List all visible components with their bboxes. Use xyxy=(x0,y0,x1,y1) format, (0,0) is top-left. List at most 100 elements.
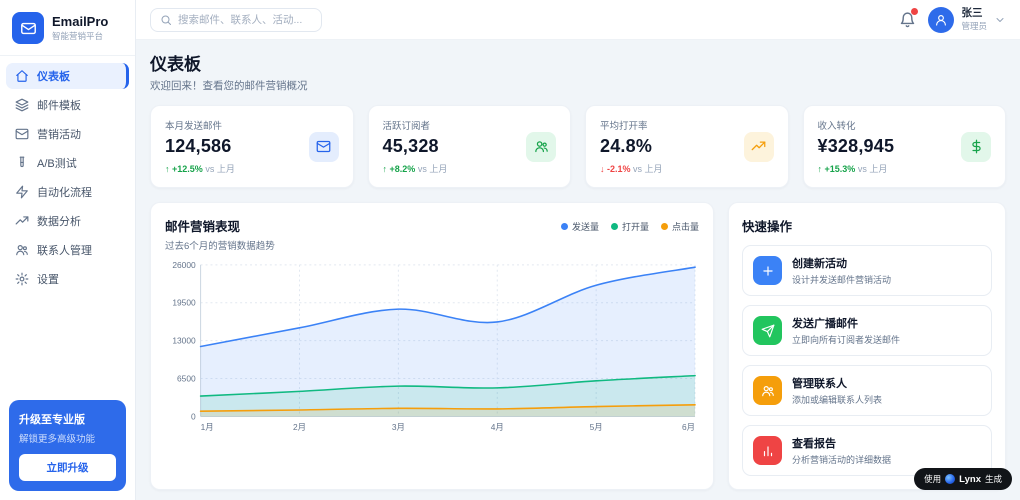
mail-icon xyxy=(15,127,29,141)
svg-text:4月: 4月 xyxy=(491,422,504,432)
brand-tagline: 智能营销平台 xyxy=(52,30,108,42)
legend-label: 点击量 xyxy=(672,220,699,233)
legend-dot xyxy=(611,223,618,230)
sidebar-item-analytics[interactable]: 数据分析 xyxy=(6,208,129,234)
sidebar-nav: 仪表板 邮件模板 营销活动 A/B测试 自动化流程 数据分析 xyxy=(0,56,135,295)
sidebar-item-ab-testing[interactable]: A/B测试 xyxy=(6,150,129,176)
stats-row: 本月发送邮件 124,586 ↑ +12.5% vs 上月 活跃订阅者 45,3… xyxy=(150,105,1006,188)
stat-label: 平均打开率 xyxy=(600,118,663,132)
upgrade-title: 升级至专业版 xyxy=(19,411,116,427)
page-subtitle: 欢迎回来！查看您的邮件营销概况 xyxy=(150,78,1006,93)
notification-dot xyxy=(911,8,918,15)
sidebar-item-label: 数据分析 xyxy=(37,213,81,229)
stat-compare: vs 上月 xyxy=(205,164,235,174)
quick-actions-list: 创建新活动 设计并发送邮件营销活动 发送广播邮件 立即向所有订阅者发送邮件 xyxy=(742,245,992,476)
avatar xyxy=(928,7,954,33)
legend-label: 发送量 xyxy=(572,220,599,233)
sidebar-item-label: 自动化流程 xyxy=(37,184,92,200)
quick-action-texts: 发送广播邮件 立即向所有订阅者发送邮件 xyxy=(792,315,900,346)
quick-action-desc: 分析营销活动的详细数据 xyxy=(792,453,891,466)
user-role: 管理员 xyxy=(961,20,987,32)
svg-text:3月: 3月 xyxy=(392,422,405,432)
sidebar-item-email-templates[interactable]: 邮件模板 xyxy=(6,92,129,118)
sidebar-spacer xyxy=(0,295,135,391)
plus-icon xyxy=(753,256,782,285)
upgrade-subtitle: 解锁更多高级功能 xyxy=(19,431,116,445)
chevron-down-icon xyxy=(994,14,1006,26)
test-tube-icon xyxy=(15,156,29,170)
notifications-button[interactable] xyxy=(899,11,916,28)
quick-action-title: 创建新活动 xyxy=(792,255,891,271)
gear-icon xyxy=(15,272,29,286)
lynx-logo-icon xyxy=(945,474,955,484)
quick-action-send-broadcast[interactable]: 发送广播邮件 立即向所有订阅者发送邮件 xyxy=(742,305,992,356)
stat-delta-value: +15.3% xyxy=(825,164,856,174)
sidebar-item-automation[interactable]: 自动化流程 xyxy=(6,179,129,205)
sidebar-item-label: 仪表板 xyxy=(37,68,70,84)
quick-action-title: 查看报告 xyxy=(792,435,891,451)
chart-subtitle: 过去6个月的营销数据趋势 xyxy=(165,238,275,252)
legend-label: 打开量 xyxy=(622,220,649,233)
stat-texts: 活跃订阅者 45,328 ↑ +8.2% vs 上月 xyxy=(383,118,448,175)
quick-actions-title: 快速操作 xyxy=(742,216,992,235)
topbar-right: 张三 管理员 xyxy=(899,7,1006,33)
quick-action-manage-contacts[interactable]: 管理联系人 添加或编辑联系人列表 xyxy=(742,365,992,416)
performance-chart-card: 邮件营销表现 过去6个月的营销数据趋势 发送量 打开量 点击量 06500130… xyxy=(150,202,714,490)
chart-header: 邮件营销表现 过去6个月的营销数据趋势 发送量 打开量 点击量 xyxy=(165,216,699,252)
performance-area-chart: 065001300019500260001月2月3月4月5月6月 xyxy=(165,258,699,436)
zap-icon xyxy=(15,185,29,199)
quick-actions-panel: 快速操作 创建新活动 设计并发送邮件营销活动 发送广播 xyxy=(728,202,1006,490)
quick-action-desc: 添加或编辑联系人列表 xyxy=(792,393,882,406)
upgrade-button[interactable]: 立即升级 xyxy=(19,454,116,481)
arrow-up-icon: ↑ xyxy=(818,164,823,174)
middle-row: 邮件营销表现 过去6个月的营销数据趋势 发送量 打开量 点击量 06500130… xyxy=(150,202,1006,490)
users-icon xyxy=(753,376,782,405)
chart-legend: 发送量 打开量 点击量 xyxy=(561,220,699,233)
app-window: EmailPro 智能营销平台 仪表板 邮件模板 营销活动 A/B测试 xyxy=(0,0,1020,500)
quick-action-texts: 管理联系人 添加或编辑联系人列表 xyxy=(792,375,882,406)
search-box[interactable] xyxy=(150,8,322,32)
stat-texts: 收入转化 ¥328,945 ↑ +15.3% vs 上月 xyxy=(818,118,895,175)
stat-card-active-subscribers: 活跃订阅者 45,328 ↑ +8.2% vs 上月 xyxy=(368,105,572,188)
stat-card-revenue: 收入转化 ¥328,945 ↑ +15.3% vs 上月 xyxy=(803,105,1007,188)
sidebar-item-contacts[interactable]: 联系人管理 xyxy=(6,237,129,263)
home-icon xyxy=(15,69,29,83)
sidebar-item-settings[interactable]: 设置 xyxy=(6,266,129,292)
users-icon xyxy=(15,243,29,257)
svg-text:13000: 13000 xyxy=(172,336,196,346)
legend-dot xyxy=(561,223,568,230)
dollar-icon xyxy=(961,132,991,162)
quick-action-create-campaign[interactable]: 创建新活动 设计并发送邮件营销活动 xyxy=(742,245,992,296)
sidebar-item-dashboard[interactable]: 仪表板 xyxy=(6,63,129,89)
main-content: 仪表板 欢迎回来！查看您的邮件营销概况 本月发送邮件 124,586 ↑ +12… xyxy=(136,40,1020,500)
stat-delta-value: +8.2% xyxy=(390,164,416,174)
sidebar: EmailPro 智能营销平台 仪表板 邮件模板 营销活动 A/B测试 xyxy=(0,0,136,500)
stat-texts: 本月发送邮件 124,586 ↑ +12.5% vs 上月 xyxy=(165,118,235,175)
chart-titles: 邮件营销表现 过去6个月的营销数据趋势 xyxy=(165,216,275,252)
legend-item-clicked: 点击量 xyxy=(661,220,699,233)
legend-item-sent: 发送量 xyxy=(561,220,599,233)
mail-icon xyxy=(309,132,339,162)
search-icon xyxy=(160,14,172,26)
stat-delta: ↓ -2.1% vs 上月 xyxy=(600,162,663,175)
send-icon xyxy=(753,316,782,345)
stat-compare: vs 上月 xyxy=(858,164,888,174)
quick-action-title: 发送广播邮件 xyxy=(792,315,900,331)
sidebar-item-campaigns[interactable]: 营销活动 xyxy=(6,121,129,147)
search-input[interactable] xyxy=(178,14,312,26)
quick-action-title: 管理联系人 xyxy=(792,375,882,391)
stat-card-emails-sent: 本月发送邮件 124,586 ↑ +12.5% vs 上月 xyxy=(150,105,354,188)
stat-delta: ↑ +15.3% vs 上月 xyxy=(818,162,895,175)
quick-action-desc: 设计并发送邮件营销活动 xyxy=(792,273,891,286)
quick-action-texts: 创建新活动 设计并发送邮件营销活动 xyxy=(792,255,891,286)
stat-delta: ↑ +8.2% vs 上月 xyxy=(383,162,448,175)
lynx-generated-badge[interactable]: 使用 Lynx 生成 xyxy=(914,468,1012,490)
chart-title: 邮件营销表现 xyxy=(165,216,275,235)
mail-icon xyxy=(20,20,37,37)
sidebar-item-label: A/B测试 xyxy=(37,155,77,171)
stat-delta-value: -2.1% xyxy=(607,164,631,174)
stat-value: 24.8% xyxy=(600,136,663,157)
stat-card-open-rate: 平均打开率 24.8% ↓ -2.1% vs 上月 xyxy=(585,105,789,188)
upgrade-card: 升级至专业版 解锁更多高级功能 立即升级 xyxy=(9,400,126,491)
user-menu[interactable]: 张三 管理员 xyxy=(928,7,1006,33)
